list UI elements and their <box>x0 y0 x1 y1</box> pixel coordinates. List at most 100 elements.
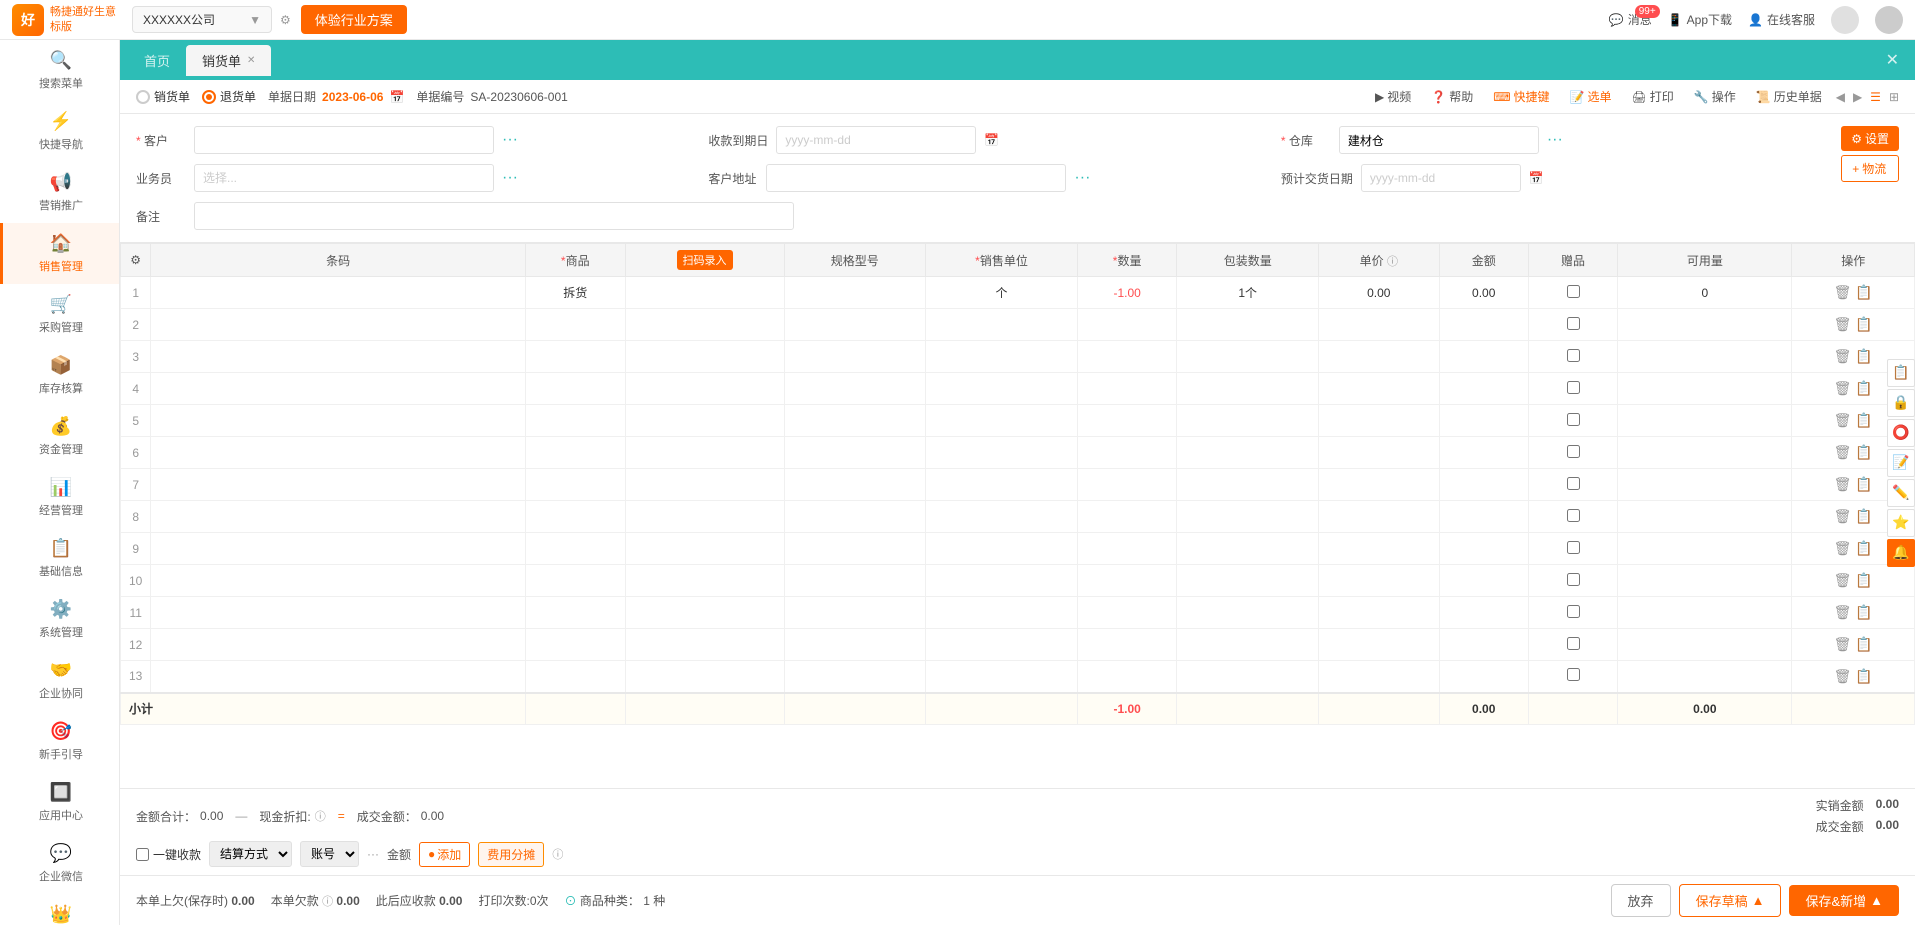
cell-pkg-5[interactable] <box>1177 405 1319 437</box>
scan-button[interactable]: 扫码录入 <box>677 250 733 270</box>
cell-product-7[interactable] <box>526 469 626 501</box>
cell-spec-12[interactable] <box>784 629 926 661</box>
sidebar-item-quick-nav[interactable]: ⚡ 快捷导航 <box>0 101 119 162</box>
sidebar-item-purchase[interactable]: 🛒 采购管理 <box>0 284 119 345</box>
cell-pkg-13[interactable] <box>1177 661 1319 693</box>
cell-spec-7[interactable] <box>784 469 926 501</box>
cell-product-8[interactable] <box>526 501 626 533</box>
history-btn[interactable]: 📜 历史单据 <box>1750 86 1828 107</box>
delete-icon-10[interactable]: 🗑 <box>1834 572 1852 589</box>
cell-amount-4[interactable] <box>1439 373 1528 405</box>
video-btn[interactable]: ▶ 视频 <box>1369 86 1417 107</box>
cell-barcode-6[interactable] <box>151 437 526 469</box>
app-download-btn[interactable]: 📱 App下载 <box>1668 11 1732 28</box>
cell-gift-11[interactable] <box>1528 597 1617 629</box>
cell-barcode-1[interactable] <box>151 277 526 309</box>
cell-spec-2[interactable] <box>784 309 926 341</box>
cell-price-9[interactable] <box>1319 533 1440 565</box>
list-view-icon[interactable]: ☰ <box>1870 90 1881 104</box>
cell-product-3[interactable] <box>526 341 626 373</box>
cell-spec-8[interactable] <box>784 501 926 533</box>
logistics-button[interactable]: + 物流 <box>1841 155 1899 182</box>
sidebar-item-finance[interactable]: 💰 资金管理 <box>0 406 119 467</box>
one-click-payment[interactable]: 一键收款 <box>136 846 201 863</box>
avatar2[interactable] <box>1875 6 1903 34</box>
float-btn-3[interactable]: ⭕ <box>1887 419 1915 447</box>
sidebar-item-business[interactable]: 📊 经营管理 <box>0 467 119 528</box>
cell-pkg-6[interactable] <box>1177 437 1319 469</box>
cell-unit-3[interactable] <box>926 341 1078 373</box>
grid-view-icon[interactable]: ⊞ <box>1889 90 1899 104</box>
cell-price-10[interactable] <box>1319 565 1440 597</box>
cell-barcode-12[interactable] <box>151 629 526 661</box>
cell-unit-9[interactable] <box>926 533 1078 565</box>
cell-gift-6[interactable] <box>1528 437 1617 469</box>
cell-gift-13[interactable] <box>1528 661 1617 693</box>
cash-discount-info-icon[interactable]: ⓘ <box>315 808 326 824</box>
delivery-calendar-icon[interactable]: 📅 <box>1529 171 1544 185</box>
nav-next-icon[interactable]: ▶ <box>1853 90 1862 104</box>
cell-gift-10[interactable] <box>1528 565 1617 597</box>
cell-pkg-12[interactable] <box>1177 629 1319 661</box>
delete-icon-8[interactable]: 🗑 <box>1834 508 1852 525</box>
settings-button[interactable]: ⚙ 设置 <box>1841 126 1899 151</box>
cell-amount-7[interactable] <box>1439 469 1528 501</box>
cell-spec-11[interactable] <box>784 597 926 629</box>
cell-qty-1[interactable]: -1.00 <box>1077 277 1177 309</box>
cell-spec-5[interactable] <box>784 405 926 437</box>
staff-more-icon[interactable]: ··· <box>502 169 518 187</box>
sidebar-item-member[interactable]: 👑 畅会员 <box>0 894 119 925</box>
cell-unit-13[interactable] <box>926 661 1078 693</box>
cell-pkg-8[interactable] <box>1177 501 1319 533</box>
trial-button[interactable]: 体验行业方案 <box>301 5 407 34</box>
cell-unit-4[interactable] <box>926 373 1078 405</box>
sidebar-item-system[interactable]: ⚙️ 系统管理 <box>0 589 119 650</box>
cell-price-2[interactable] <box>1319 309 1440 341</box>
cell-gift-3[interactable] <box>1528 341 1617 373</box>
cell-unit-12[interactable] <box>926 629 1078 661</box>
cell-pkg-11[interactable] <box>1177 597 1319 629</box>
avatar[interactable] <box>1831 6 1859 34</box>
cell-barcode-4[interactable] <box>151 373 526 405</box>
cell-amount-3[interactable] <box>1439 341 1528 373</box>
tab-home[interactable]: 首页 <box>128 45 186 76</box>
delete-icon-6[interactable]: 🗑 <box>1834 444 1852 461</box>
settings-icon[interactable]: ⚙ <box>280 13 291 27</box>
cell-barcode-11[interactable] <box>151 597 526 629</box>
cell-product-2[interactable] <box>526 309 626 341</box>
receipt-date-calendar-icon[interactable]: 📅 <box>984 133 999 147</box>
delivery-input[interactable] <box>1361 164 1521 192</box>
cell-spec-4[interactable] <box>784 373 926 405</box>
cell-price-3[interactable] <box>1319 341 1440 373</box>
cell-pkg-10[interactable] <box>1177 565 1319 597</box>
copy-icon-9[interactable]: 📋 <box>1855 540 1872 557</box>
cell-product-11[interactable] <box>526 597 626 629</box>
cell-pkg-9[interactable] <box>1177 533 1319 565</box>
account-more-icon[interactable]: ··· <box>367 847 379 861</box>
message-btn[interactable]: 💬 消息 99+ <box>1609 11 1652 28</box>
add-payment-button[interactable]: ● 添加 <box>419 842 470 867</box>
cell-barcode-2[interactable] <box>151 309 526 341</box>
cell-barcode-13[interactable] <box>151 661 526 693</box>
cell-amount-12[interactable] <box>1439 629 1528 661</box>
arrears-info-icon[interactable]: ⓘ <box>322 896 333 908</box>
cell-amount-13[interactable] <box>1439 661 1528 693</box>
staff-input[interactable] <box>194 164 494 192</box>
cell-unit-7[interactable] <box>926 469 1078 501</box>
product-type-checkbox-icon[interactable]: ⊙ <box>565 894 577 908</box>
company-selector[interactable]: XXXXXX公司 ▼ <box>132 6 272 33</box>
cell-pkg-7[interactable] <box>1177 469 1319 501</box>
copy-icon-2[interactable]: 📋 <box>1855 316 1872 333</box>
cell-spec-1[interactable] <box>784 277 926 309</box>
cell-barcode-3[interactable] <box>151 341 526 373</box>
cell-price-6[interactable] <box>1319 437 1440 469</box>
copy-icon-6[interactable]: 📋 <box>1855 444 1872 461</box>
sidebar-item-enterprise[interactable]: 🤝 企业协同 <box>0 650 119 711</box>
cell-gift-9[interactable] <box>1528 533 1617 565</box>
cell-product-13[interactable] <box>526 661 626 693</box>
print-btn[interactable]: 🖨 打印 <box>1626 86 1680 107</box>
cell-product-6[interactable] <box>526 437 626 469</box>
cell-unit-1[interactable]: 个 <box>926 277 1078 309</box>
col-scan[interactable]: 扫码录入 <box>625 244 784 277</box>
radio-sales[interactable]: 销货单 <box>136 88 190 105</box>
